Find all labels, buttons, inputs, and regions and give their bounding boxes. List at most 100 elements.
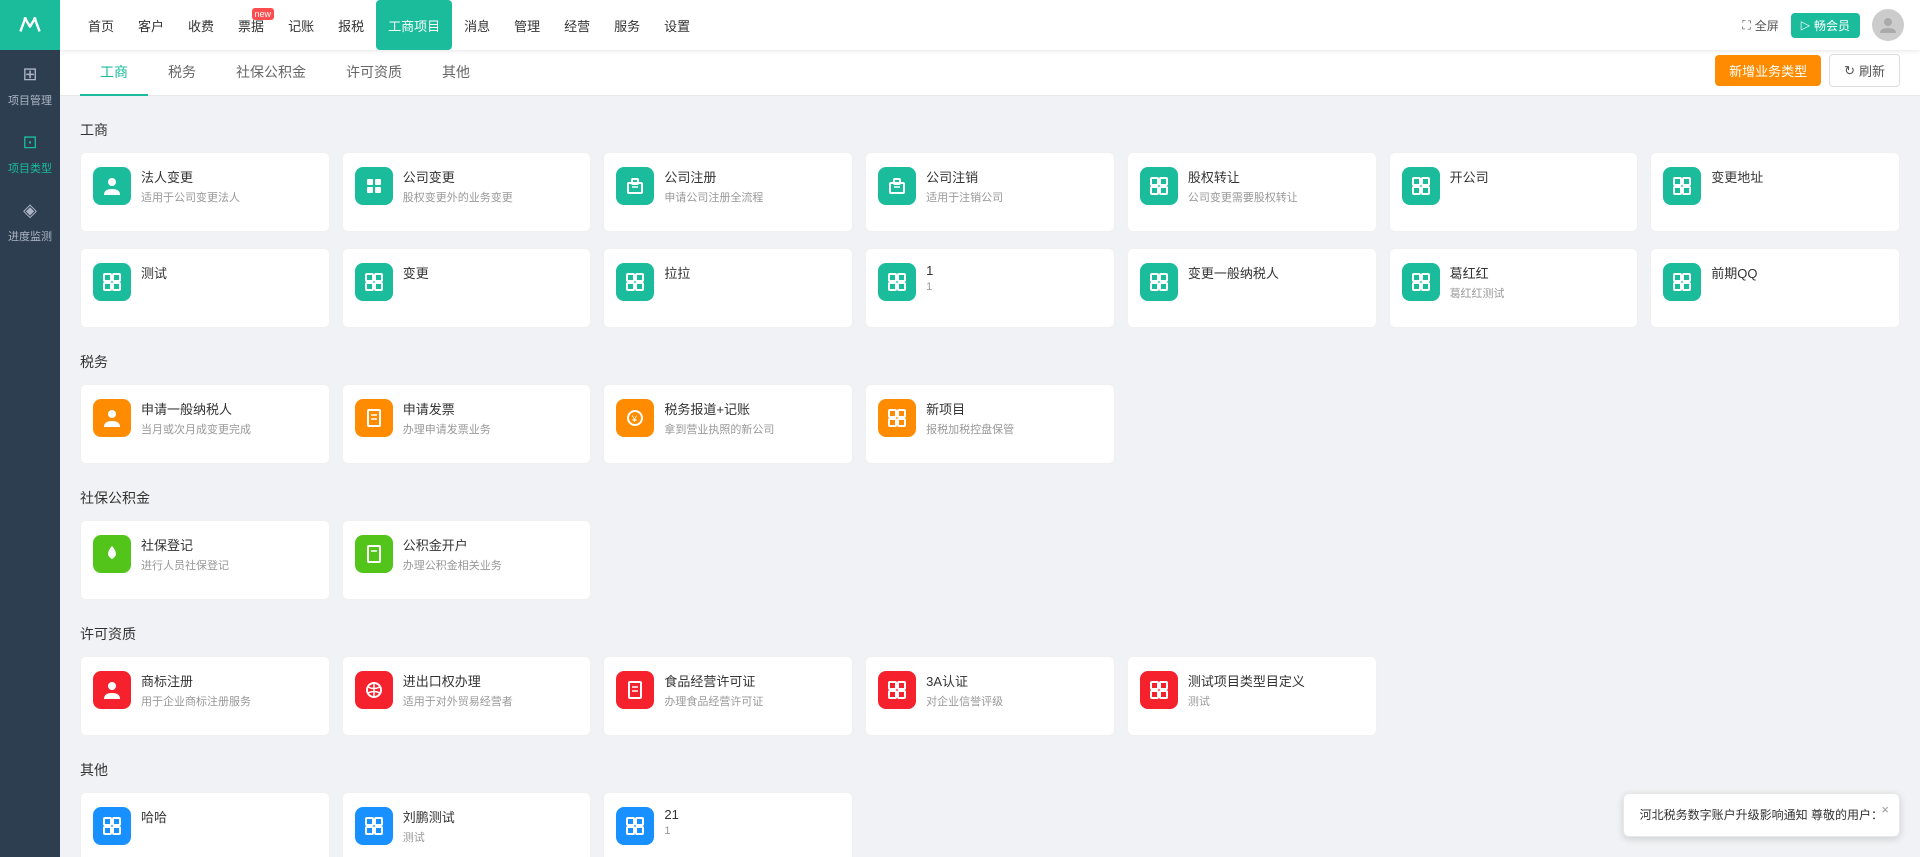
avatar[interactable] <box>1872 9 1904 41</box>
card-content: 公积金开户 办理公积金相关业务 <box>403 535 579 573</box>
card-twenty-one[interactable]: 21 1 <box>603 792 853 857</box>
card-content: 变更 <box>403 263 579 285</box>
fullscreen-btn[interactable]: ⛶ 全屏 <box>1742 17 1778 34</box>
card-icon <box>93 399 131 437</box>
card-content: 开公司 <box>1450 167 1626 189</box>
sidebar: ⊞ 项目管理 ⊡ 项目类型 ◈ 进度监测 <box>0 0 60 857</box>
card-gongsi-biangeng[interactable]: 公司变更 股权变更外的业务变更 <box>342 152 592 232</box>
card-liupeng-ceshi[interactable]: 刘鹏测试 测试 <box>342 792 592 857</box>
card-biangeng-yiban[interactable]: 变更一般纳税人 <box>1127 248 1377 328</box>
card-icon <box>93 535 131 573</box>
card-content: 申请发票 办理申请发票业务 <box>403 399 579 437</box>
nav-settings[interactable]: 设置 <box>652 0 702 50</box>
card-icon <box>1663 167 1701 205</box>
nav-tax[interactable]: 报税 <box>326 0 376 50</box>
card-ge-honghong[interactable]: 葛红红 葛红红测试 <box>1389 248 1639 328</box>
nav-account[interactable]: 记账 <box>276 0 326 50</box>
new-badge: new <box>252 8 275 20</box>
card-content: 测试项目类型目定义 测试 <box>1188 671 1364 709</box>
card-one[interactable]: 1 1 <box>865 248 1115 328</box>
sidebar-item-project-type[interactable]: ⊡ 项目类型 <box>0 118 60 186</box>
section-title-shebao: 社保公积金 <box>80 488 1900 508</box>
card-icon <box>1402 167 1440 205</box>
card-icon <box>1140 263 1178 301</box>
card-icon <box>93 807 131 845</box>
card-content: 公司注册 申请公司注册全流程 <box>664 167 840 205</box>
nav-billing[interactable]: 收费 <box>176 0 226 50</box>
logo[interactable] <box>0 0 60 50</box>
card-content: 公司注销 适用于注销公司 <box>926 167 1102 205</box>
card-gongjijin-kaihu[interactable]: 公积金开户 办理公积金相关业务 <box>342 520 592 600</box>
card-content: 股权转让 公司变更需要股权转让 <box>1188 167 1364 205</box>
nav-industry[interactable]: 工商项目 <box>376 0 452 50</box>
sidebar-item-project-manage[interactable]: ⊞ 项目管理 <box>0 50 60 118</box>
card-icon <box>878 263 916 301</box>
card-ceshi[interactable]: 测试 <box>80 248 330 328</box>
card-gongsi-zhuxiao[interactable]: 公司注销 适用于注销公司 <box>865 152 1115 232</box>
card-shipin-jingying[interactable]: 食品经营许可证 办理食品经营许可证 <box>603 656 853 736</box>
member-btn[interactable]: ▷ 畅会员 <box>1791 13 1860 38</box>
tab-shebao[interactable]: 社保公积金 <box>216 50 326 96</box>
tab-shuiwu[interactable]: 税务 <box>148 50 216 96</box>
card-3a-renzheng[interactable]: 3A认证 对企业信誉评级 <box>865 656 1115 736</box>
card-biangeng-dizhi[interactable]: 变更地址 <box>1650 152 1900 232</box>
card-shenqing-yiban[interactable]: 申请一般纳税人 当月或次月成变更完成 <box>80 384 330 464</box>
tab-xuke[interactable]: 许可资质 <box>326 50 422 96</box>
card-icon <box>616 167 654 205</box>
notification-popup: × 河北税务数字账户升级影响通知 尊敬的用户： <box>1623 793 1900 837</box>
card-shangbiao[interactable]: 商标注册 用于企业商标注册服务 <box>80 656 330 736</box>
nav-home[interactable]: 首页 <box>76 0 126 50</box>
notification-text: 河北税务数字账户升级影响通知 尊敬的用户： <box>1640 806 1883 824</box>
nav-service[interactable]: 服务 <box>602 0 652 50</box>
card-shebao-dengji[interactable]: 社保登记 进行人员社保登记 <box>80 520 330 600</box>
nav-operation[interactable]: 经营 <box>552 0 602 50</box>
card-content: 葛红红 葛红红测试 <box>1450 263 1626 301</box>
nav-message[interactable]: 消息 <box>452 0 502 50</box>
card-content: 商标注册 用于企业商标注册服务 <box>141 671 317 709</box>
card-shuiwu-baodao[interactable]: ¥ 税务报道+记账 拿到营业执照的新公司 <box>603 384 853 464</box>
card-icon <box>355 399 393 437</box>
card-icon <box>355 671 393 709</box>
sidebar-item-label: 项目类型 <box>8 160 52 176</box>
card-faren-biangeng[interactable]: 法人变更 适用于公司变更法人 <box>80 152 330 232</box>
notification-close-button[interactable]: × <box>1881 802 1889 817</box>
card-content: 测试 <box>141 263 317 285</box>
section-title-qita: 其他 <box>80 760 1900 780</box>
card-content: 3A认证 对企业信誉评级 <box>926 671 1102 709</box>
tab-qita[interactable]: 其他 <box>422 50 490 96</box>
nav-ticket[interactable]: 票据 new <box>226 0 276 50</box>
tab-gongshang[interactable]: 工商 <box>80 50 148 96</box>
card-ceshi-xiangmu[interactable]: 测试项目类型目定义 测试 <box>1127 656 1377 736</box>
nav-customer[interactable]: 客户 <box>126 0 176 50</box>
card-shenqing-fapiao[interactable]: 申请发票 办理申请发票业务 <box>342 384 592 464</box>
add-business-type-button[interactable]: 新增业务类型 <box>1715 55 1821 86</box>
sidebar-item-label: 进度监测 <box>8 228 52 244</box>
sidebar-item-progress-monitor[interactable]: ◈ 进度监测 <box>0 186 60 254</box>
card-content: 法人变更 适用于公司变更法人 <box>141 167 317 205</box>
card-icon <box>1402 263 1440 301</box>
card-kai-gongsi[interactable]: 开公司 <box>1389 152 1639 232</box>
card-lala[interactable]: 拉拉 <box>603 248 853 328</box>
card-content: 21 1 <box>664 807 840 837</box>
xuke-cards: 商标注册 用于企业商标注册服务 进出口权办理 适用于对外贸易经营者 <box>80 656 1900 736</box>
card-xin-xiangmu[interactable]: 新项目 报税加税控盘保管 <box>865 384 1115 464</box>
scroll-content: 工商 法人变更 适用于公司变更法人 公司变更 <box>60 96 1920 857</box>
card-guquan-zhuanrang[interactable]: 股权转让 公司变更需要股权转让 <box>1127 152 1377 232</box>
card-jinchukouquan[interactable]: 进出口权办理 适用于对外贸易经营者 <box>342 656 592 736</box>
card-content: 申请一般纳税人 当月或次月成变更完成 <box>141 399 317 437</box>
card-haha[interactable]: 哈哈 <box>80 792 330 857</box>
section-title-xuke: 许可资质 <box>80 624 1900 644</box>
card-gongsi-zhuce[interactable]: 公司注册 申请公司注册全流程 <box>603 152 853 232</box>
card-icon <box>878 399 916 437</box>
shebao-cards: 社保登记 进行人员社保登记 公积金开户 办理公积金相关业务 <box>80 520 1900 600</box>
card-icon <box>1663 263 1701 301</box>
card-icon <box>878 671 916 709</box>
card-content: 公司变更 股权变更外的业务变更 <box>403 167 579 205</box>
card-biangeng[interactable]: 变更 <box>342 248 592 328</box>
refresh-button[interactable]: ↻ 刷新 <box>1829 54 1900 87</box>
content-area: 工商 税务 社保公积金 许可资质 其他 新增业务类型 ↻ 刷新 工商 <box>60 50 1920 857</box>
card-icon: ¥ <box>616 399 654 437</box>
nav-manage[interactable]: 管理 <box>502 0 552 50</box>
card-qianqi-qq[interactable]: 前期QQ <box>1650 248 1900 328</box>
card-content: 前期QQ <box>1711 263 1887 285</box>
